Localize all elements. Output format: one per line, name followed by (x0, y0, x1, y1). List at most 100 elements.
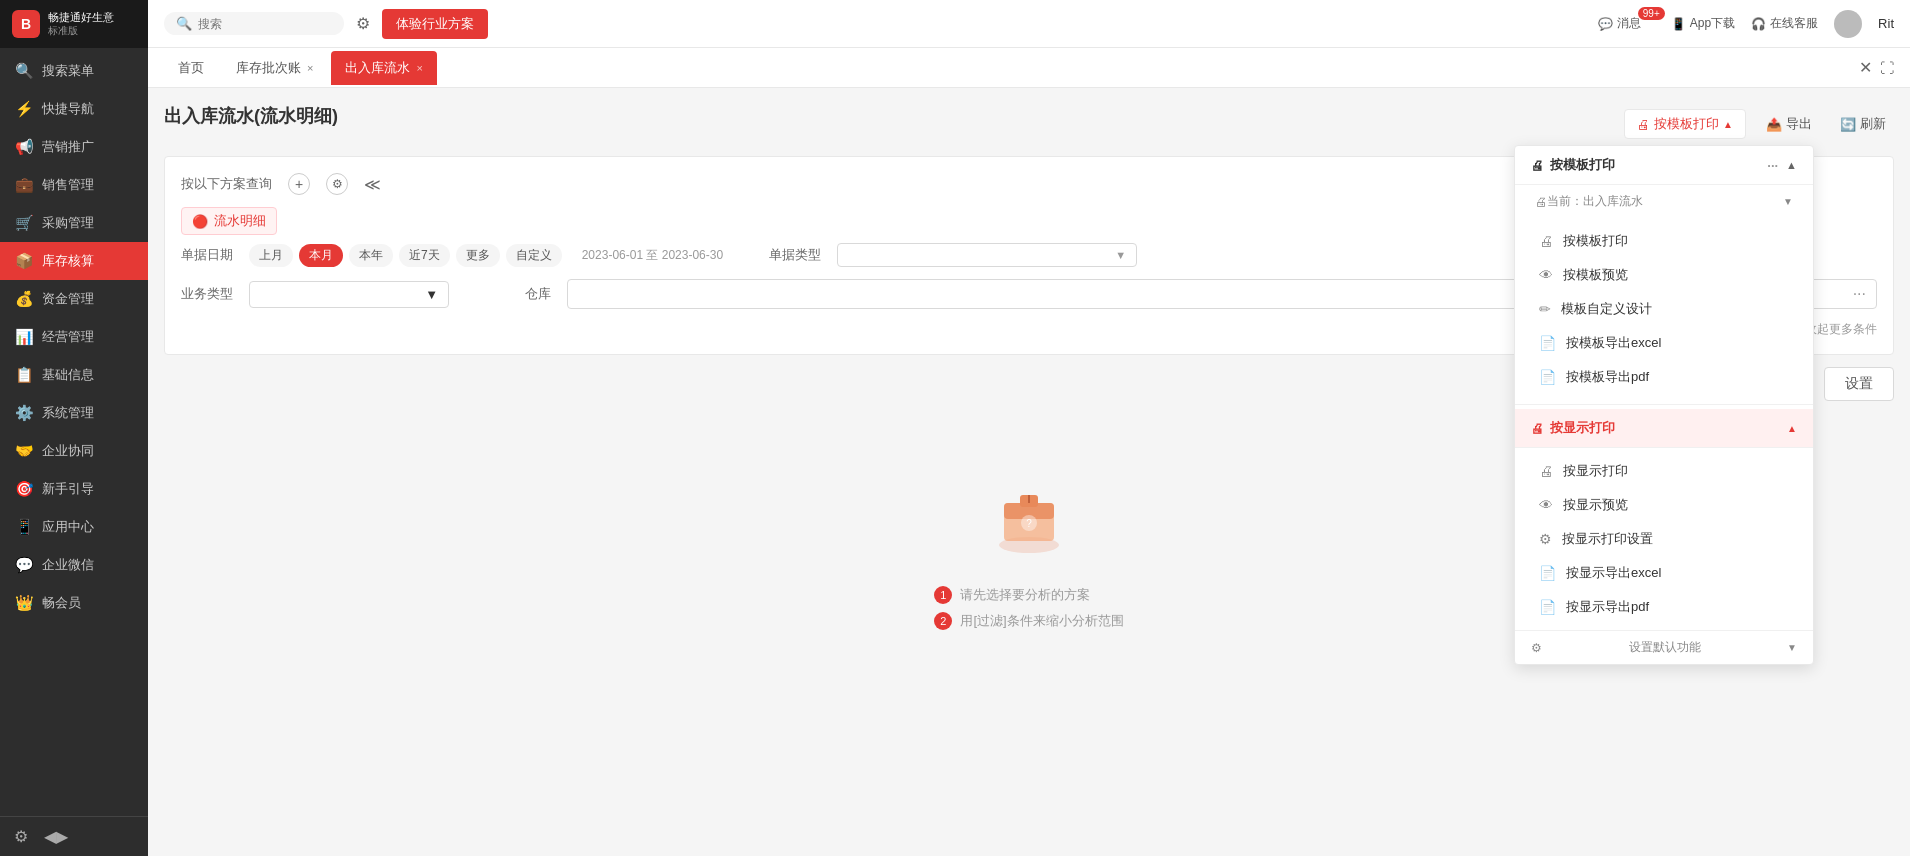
date-option-this-year[interactable]: 本年 (349, 244, 393, 267)
collapse-label: 收起更多条件 (1805, 321, 1877, 338)
tab-inventory-flow[interactable]: 出入库流水 × (331, 51, 436, 85)
sidebar-item-inventory[interactable]: 📦 库存核算 (0, 242, 148, 280)
sidebar-item-label: 基础信息 (42, 366, 94, 384)
sidebar-item-search[interactable]: 🔍 搜索菜单 (0, 52, 148, 90)
dropdown-item-label: 按模板导出excel (1566, 334, 1661, 352)
dropdown-header[interactable]: 🖨 按模板打印 ··· ▲ (1515, 146, 1813, 185)
date-option-7days[interactable]: 近7天 (399, 244, 450, 267)
topbar-gear-icon[interactable]: ⚙ (356, 14, 370, 33)
export-btn[interactable]: 📤 导出 (1758, 111, 1820, 137)
phone-icon: 📱 (14, 518, 34, 536)
sidebar-item-apps[interactable]: 📱 应用中心 (0, 508, 148, 546)
sidebar-item-purchase[interactable]: 🛒 采购管理 (0, 204, 148, 242)
refresh-icon: 🔄 (1840, 117, 1856, 132)
filter-settings-btn[interactable]: ⚙ (326, 173, 348, 195)
headset-icon: 🎧 (1751, 17, 1766, 31)
tab-batch-account-close[interactable]: × (307, 62, 313, 74)
business-type-select[interactable]: ▼ (249, 281, 449, 308)
empty-step-1-text: 请先选择要分析的方案 (960, 586, 1090, 604)
sidebar-item-sales[interactable]: 💼 销售管理 (0, 166, 148, 204)
tabs-expand-icon[interactable]: ⛶ (1880, 60, 1894, 76)
sidebar-item-guide[interactable]: 🎯 新手引导 (0, 470, 148, 508)
topbar-search[interactable]: 🔍 (164, 12, 344, 35)
date-option-last-month[interactable]: 上月 (249, 244, 293, 267)
date-option-more[interactable]: 更多 (456, 244, 500, 267)
app-download-btn[interactable]: 📱 App下载 (1671, 15, 1735, 32)
sidebar-item-label: 经营管理 (42, 328, 94, 346)
dropdown-template-export-pdf[interactable]: 📄 按模板导出pdf (1515, 360, 1813, 394)
tab-batch-account[interactable]: 库存批次账 × (222, 51, 327, 85)
online-service-btn[interactable]: 🎧 在线客服 (1751, 15, 1818, 32)
user-name: Rit (1878, 16, 1894, 31)
dropdown-display-print-settings[interactable]: ⚙ 按显示打印设置 (1515, 522, 1813, 556)
tab-home[interactable]: 首页 (164, 51, 218, 85)
sidebar-item-quick-nav[interactable]: ⚡ 快捷导航 (0, 90, 148, 128)
gear-icon: ⚙️ (14, 404, 34, 422)
display-section-collapse[interactable]: ▲ (1787, 423, 1797, 434)
message-btn[interactable]: 💬 消息 99+ (1598, 15, 1655, 32)
doc-type-input[interactable]: ▼ (837, 243, 1137, 267)
sidebar-item-marketing[interactable]: 📢 营销推广 (0, 128, 148, 166)
warehouse-label: 仓库 (525, 285, 551, 303)
tab-inventory-flow-close[interactable]: × (416, 62, 422, 74)
dropdown-template-preview[interactable]: 👁 按模板预览 (1515, 258, 1813, 292)
dropdown-display-export-pdf[interactable]: 📄 按显示导出pdf (1515, 590, 1813, 624)
sidebar-item-cooperation[interactable]: 🤝 企业协同 (0, 432, 148, 470)
briefcase-icon: 💼 (14, 176, 34, 194)
tabs-close-all-icon[interactable]: ✕ (1859, 58, 1872, 77)
tabs-bar: 首页 库存批次账 × 出入库流水 × ✕ ⛶ (148, 48, 1910, 88)
dropdown-template-export-excel[interactable]: 📄 按模板导出excel (1515, 326, 1813, 360)
empty-illustration: ? (984, 473, 1074, 566)
doc-type-dropdown-icon[interactable]: ▼ (1115, 249, 1126, 261)
excel-icon: 📄 (1539, 335, 1556, 351)
sidebar-item-finance[interactable]: 💰 资金管理 (0, 280, 148, 318)
message-label: 消息 (1617, 15, 1641, 32)
sidebar-item-operation[interactable]: 📊 经营管理 (0, 318, 148, 356)
display-settings-icon: ⚙ (1539, 531, 1552, 547)
dropdown-collapse-icon[interactable]: ▲ (1786, 159, 1797, 171)
dropdown-display-preview[interactable]: 👁 按显示预览 (1515, 488, 1813, 522)
dropdown-current-sub[interactable]: 🖨 当前：出入库流水 ▼ (1515, 185, 1813, 218)
chat-icon: 💬 (14, 556, 34, 574)
sidebar-item-label: 企业微信 (42, 556, 94, 574)
filter-expand-icon[interactable]: ≪ (364, 175, 381, 194)
template-print-btn[interactable]: 🖨 按模板打印 ▲ (1624, 109, 1746, 139)
template-print-label: 按模板打印 (1654, 115, 1719, 133)
dropdown-template-customize[interactable]: ✏ 模板自定义设计 (1515, 292, 1813, 326)
sidebar-item-vip[interactable]: 👑 畅会员 (0, 584, 148, 622)
date-option-custom[interactable]: 自定义 (506, 244, 562, 267)
megaphone-icon: 📢 (14, 138, 34, 156)
phone-download-icon: 📱 (1671, 17, 1686, 31)
dropdown-template-print[interactable]: 🖨 按模板打印 (1515, 224, 1813, 258)
date-option-this-month[interactable]: 本月 (299, 244, 343, 267)
display-print-header[interactable]: 🖨 按显示打印 ▲ (1515, 409, 1813, 448)
refresh-btn[interactable]: 🔄 刷新 (1832, 111, 1894, 137)
flow-tag-icon: 🔴 (192, 214, 208, 229)
date-field-label: 单据日期 (181, 246, 233, 264)
sidebar-item-label: 库存核算 (42, 252, 94, 270)
dropdown-more-icon[interactable]: ··· (1767, 158, 1778, 173)
sidebar-item-label: 销售管理 (42, 176, 94, 194)
sidebar-item-system[interactable]: ⚙️ 系统管理 (0, 394, 148, 432)
topbar: 🔍 ⚙ 体验行业方案 💬 消息 99+ 📱 App下载 🎧 在线客服 Rit (148, 0, 1910, 48)
settings-btn[interactable]: 设置 (1824, 367, 1894, 401)
flow-tag[interactable]: 🔴 流水明细 (181, 207, 277, 235)
dropdown-footer[interactable]: ⚙ 设置默认功能 ▼ (1515, 630, 1813, 664)
dropdown-display-print[interactable]: 🖨 按显示打印 (1515, 454, 1813, 488)
sidebar-item-basic[interactable]: 📋 基础信息 (0, 356, 148, 394)
sidebar-item-label: 快捷导航 (42, 100, 94, 118)
settings-bottom-icon[interactable]: ⚙ (14, 827, 28, 846)
search-input[interactable] (198, 17, 318, 31)
main-area: 🔍 ⚙ 体验行业方案 💬 消息 99+ 📱 App下载 🎧 在线客服 Rit (148, 0, 1910, 856)
warehouse-more-icon[interactable]: ··· (1853, 285, 1866, 303)
edit-icon: ✏ (1539, 301, 1551, 317)
user-avatar[interactable] (1834, 10, 1862, 38)
empty-box-svg: ? (984, 473, 1074, 563)
filter-add-btn[interactable]: + (288, 173, 310, 195)
dropdown-display-export-excel[interactable]: 📄 按显示导出excel (1515, 556, 1813, 590)
dropdown-arrow-up: ▲ (1723, 119, 1733, 130)
industry-btn[interactable]: 体验行业方案 (382, 9, 488, 39)
sidebar-item-wechat[interactable]: 💬 企业微信 (0, 546, 148, 584)
printer-icon-header: 🖨 (1531, 158, 1544, 173)
collapse-sidebar-icon[interactable]: ◀▶ (44, 827, 68, 846)
